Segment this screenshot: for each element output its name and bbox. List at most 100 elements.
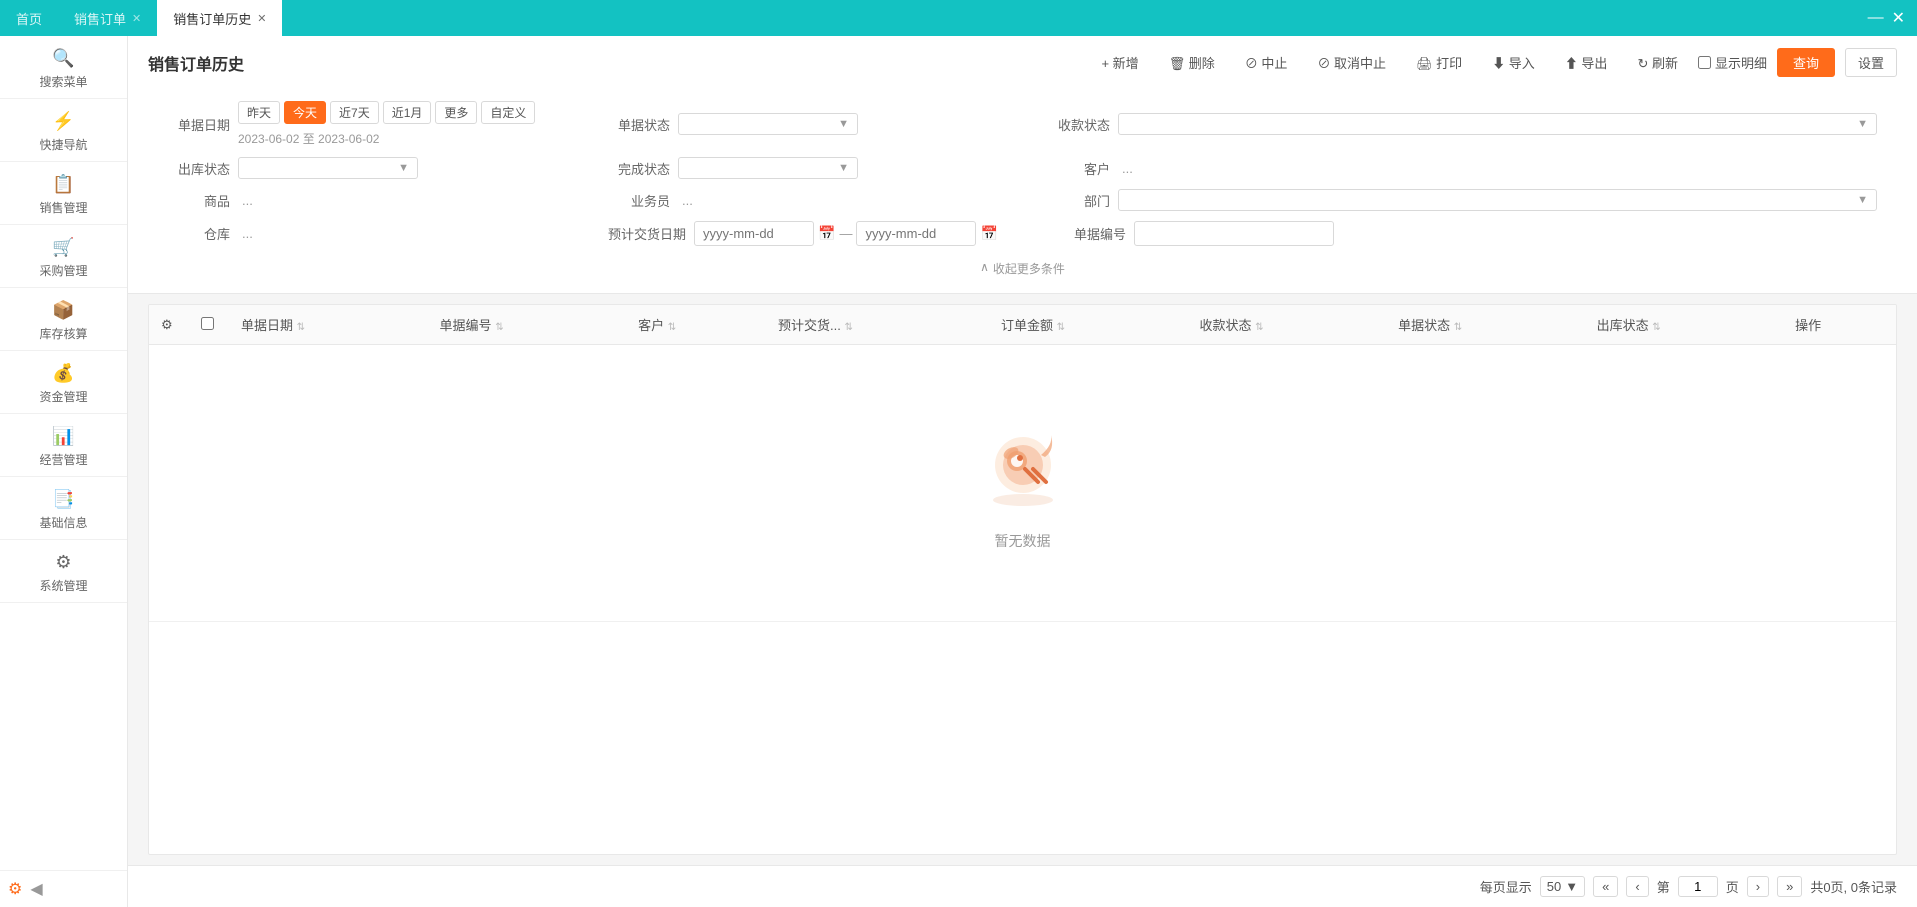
print-button[interactable]: 🖨 打印 bbox=[1406, 48, 1472, 77]
date-btn-7days[interactable]: 近7天 bbox=[330, 101, 379, 124]
salesperson-dots[interactable]: ... bbox=[678, 193, 697, 208]
display-detail-checkbox[interactable]: 显示明细 bbox=[1698, 53, 1767, 72]
tab-sales-order-close[interactable]: ✕ bbox=[132, 12, 141, 25]
order-status-select[interactable]: ▼ bbox=[678, 113, 858, 135]
department-select[interactable]: ▼ bbox=[1118, 189, 1877, 211]
sidebar-item-search-menu[interactable]: 🔍 搜索菜单 bbox=[0, 36, 127, 99]
col-order-status[interactable]: 单据状态 ⇅ bbox=[1386, 305, 1585, 345]
sidebar-item-inventory[interactable]: 📦 库存核算 bbox=[0, 288, 127, 351]
warehouse-label: 仓库 bbox=[168, 224, 238, 243]
inventory-icon: 📦 bbox=[52, 300, 74, 321]
payment-status-select[interactable]: ▼ bbox=[1118, 113, 1877, 135]
topbar-close-icon[interactable]: ✕ bbox=[1892, 8, 1905, 28]
sidebar-item-sales-mgmt-label: 销售管理 bbox=[39, 199, 87, 216]
next-page-button[interactable]: › bbox=[1747, 876, 1769, 897]
date-from-input[interactable] bbox=[694, 221, 814, 246]
col-expected-delivery-sort-icon[interactable]: ⇅ bbox=[844, 322, 852, 333]
cancel-stop-button[interactable]: ⊘ 取消中止 bbox=[1307, 48, 1396, 77]
export-button[interactable]: ⬆ 导出 bbox=[1555, 48, 1618, 77]
date-btn-custom[interactable]: 自定义 bbox=[481, 101, 535, 124]
sidebar-item-quick-nav-label: 快捷导航 bbox=[39, 136, 87, 153]
table-settings-icon[interactable]: ⚙ bbox=[161, 317, 173, 332]
last-page-button[interactable]: » bbox=[1777, 876, 1802, 897]
col-number-sort-icon[interactable]: ⇅ bbox=[495, 322, 503, 333]
tab-sales-order-history[interactable]: 销售订单历史 ✕ bbox=[157, 0, 282, 36]
tab-sales-order-history-close[interactable]: ✕ bbox=[257, 12, 266, 25]
expected-delivery-field: 📅 — 📅 bbox=[694, 221, 1034, 246]
sidebar-item-fund-mgmt[interactable]: 💰 资金管理 bbox=[0, 351, 127, 414]
main-layout: 🔍 搜索菜单 ⚡ 快捷导航 📋 销售管理 🛒 采购管理 📦 库存核算 💰 资金管… bbox=[0, 36, 1917, 907]
order-number-input[interactable] bbox=[1134, 221, 1334, 246]
date-to-input[interactable] bbox=[856, 221, 976, 246]
col-payment-status-label: 收款状态 bbox=[1200, 318, 1252, 333]
product-dots[interactable]: ... bbox=[238, 193, 257, 208]
col-customer[interactable]: 客户 ⇅ bbox=[626, 305, 766, 345]
topbar-minus-icon[interactable]: — bbox=[1868, 9, 1884, 27]
query-button[interactable]: 查询 bbox=[1777, 48, 1835, 77]
col-customer-sort-icon[interactable]: ⇅ bbox=[668, 322, 676, 333]
sidebar-item-quick-nav[interactable]: ⚡ 快捷导航 bbox=[0, 99, 127, 162]
col-delivery-status[interactable]: 出库状态 ⇅ bbox=[1585, 305, 1784, 345]
table-checkbox-header[interactable] bbox=[189, 305, 229, 345]
payment-status-field: ▼ bbox=[1118, 113, 1877, 135]
refresh-button[interactable]: ↻ 刷新 bbox=[1627, 48, 1688, 77]
warehouse-dots[interactable]: ... bbox=[238, 226, 257, 241]
sidebar-item-sales-mgmt[interactable]: 📋 销售管理 bbox=[0, 162, 127, 225]
page-header: 销售订单历史 + 新增 🗑 删除 ⊘ 中止 ⊘ 取消中止 🖨 打印 ⬇ 导入 ⬆… bbox=[128, 36, 1917, 294]
col-delivery-status-sort-icon[interactable]: ⇅ bbox=[1652, 322, 1660, 333]
tab-sales-order[interactable]: 销售订单 ✕ bbox=[58, 0, 157, 36]
col-number[interactable]: 单据编号 ⇅ bbox=[428, 305, 627, 345]
sidebar-bottom: ⚙ ◀ bbox=[0, 870, 127, 907]
col-expected-delivery[interactable]: 预计交货... ⇅ bbox=[766, 305, 989, 345]
sidebar-item-search-menu-label: 搜索菜单 bbox=[39, 73, 87, 90]
display-detail-input[interactable] bbox=[1698, 56, 1711, 69]
collapse-row[interactable]: ∧ 收起更多条件 bbox=[168, 256, 1877, 281]
tab-sales-order-history-label: 销售订单历史 bbox=[173, 9, 251, 28]
col-payment-status[interactable]: 收款状态 ⇅ bbox=[1188, 305, 1387, 345]
col-order-amount-sort-icon[interactable]: ⇅ bbox=[1057, 322, 1065, 333]
sidebar-item-basic-info[interactable]: 📑 基础信息 bbox=[0, 477, 127, 540]
sidebar-item-ops-mgmt[interactable]: 📊 经营管理 bbox=[0, 414, 127, 477]
page-label-prefix: 第 bbox=[1657, 877, 1670, 896]
col-delivery-status-label: 出库状态 bbox=[1597, 318, 1649, 333]
col-date-sort-icon[interactable]: ⇅ bbox=[297, 322, 305, 333]
table-settings-header[interactable]: ⚙ bbox=[149, 305, 189, 345]
first-page-button[interactable]: « bbox=[1593, 876, 1618, 897]
customer-dots[interactable]: ... bbox=[1118, 161, 1137, 176]
completion-status-select[interactable]: ▼ bbox=[678, 157, 858, 179]
new-button[interactable]: + 新增 bbox=[1091, 48, 1148, 77]
sidebar-item-sys-mgmt[interactable]: ⚙ 系统管理 bbox=[0, 540, 127, 603]
date-to-calendar-icon[interactable]: 📅 bbox=[980, 225, 997, 242]
col-order-amount[interactable]: 订单金额 ⇅ bbox=[989, 305, 1188, 345]
ops-mgmt-icon: 📊 bbox=[52, 426, 74, 447]
order-status-label: 单据状态 bbox=[608, 115, 678, 134]
col-actions-label: 操作 bbox=[1795, 318, 1821, 333]
completion-status-field: ▼ bbox=[678, 157, 1018, 179]
date-from-calendar-icon[interactable]: 📅 bbox=[818, 225, 835, 242]
delivery-status-label: 出库状态 bbox=[168, 159, 238, 178]
prev-page-button[interactable]: ‹ bbox=[1626, 876, 1648, 897]
salesperson-field: ... bbox=[678, 193, 1018, 208]
table-container: ⚙ 单据日期 ⇅ 单据编号 ⇅ bbox=[148, 304, 1897, 855]
tab-home[interactable]: 首页 bbox=[0, 0, 58, 36]
date-btn-more[interactable]: 更多 bbox=[435, 101, 477, 124]
page-title-row: 销售订单历史 + 新增 🗑 删除 ⊘ 中止 ⊘ 取消中止 🖨 打印 ⬇ 导入 ⬆… bbox=[148, 48, 1897, 77]
col-date[interactable]: 单据日期 ⇅ bbox=[229, 305, 428, 345]
page-size-select[interactable]: 50 ▼ bbox=[1540, 876, 1585, 897]
select-all-checkbox[interactable] bbox=[201, 317, 214, 330]
stop-button[interactable]: ⊘ 中止 bbox=[1235, 48, 1298, 77]
date-btn-today[interactable]: 今天 bbox=[284, 101, 326, 124]
completion-status-label: 完成状态 bbox=[608, 159, 678, 178]
import-button[interactable]: ⬇ 导入 bbox=[1482, 48, 1545, 77]
sidebar-collapse-icon[interactable]: ◀ bbox=[30, 879, 42, 899]
delete-button[interactable]: 🗑 删除 bbox=[1159, 48, 1225, 77]
col-order-status-sort-icon[interactable]: ⇅ bbox=[1454, 322, 1462, 333]
sidebar-settings-icon[interactable]: ⚙ bbox=[8, 879, 22, 899]
date-btn-1month[interactable]: 近1月 bbox=[383, 101, 432, 124]
settings-button[interactable]: 设置 bbox=[1845, 48, 1897, 77]
current-page-input[interactable] bbox=[1678, 876, 1718, 897]
date-btn-yesterday[interactable]: 昨天 bbox=[238, 101, 280, 124]
delivery-status-select[interactable]: ▼ bbox=[238, 157, 418, 179]
sidebar-item-purchase-mgmt[interactable]: 🛒 采购管理 bbox=[0, 225, 127, 288]
col-payment-status-sort-icon[interactable]: ⇅ bbox=[1255, 322, 1263, 333]
